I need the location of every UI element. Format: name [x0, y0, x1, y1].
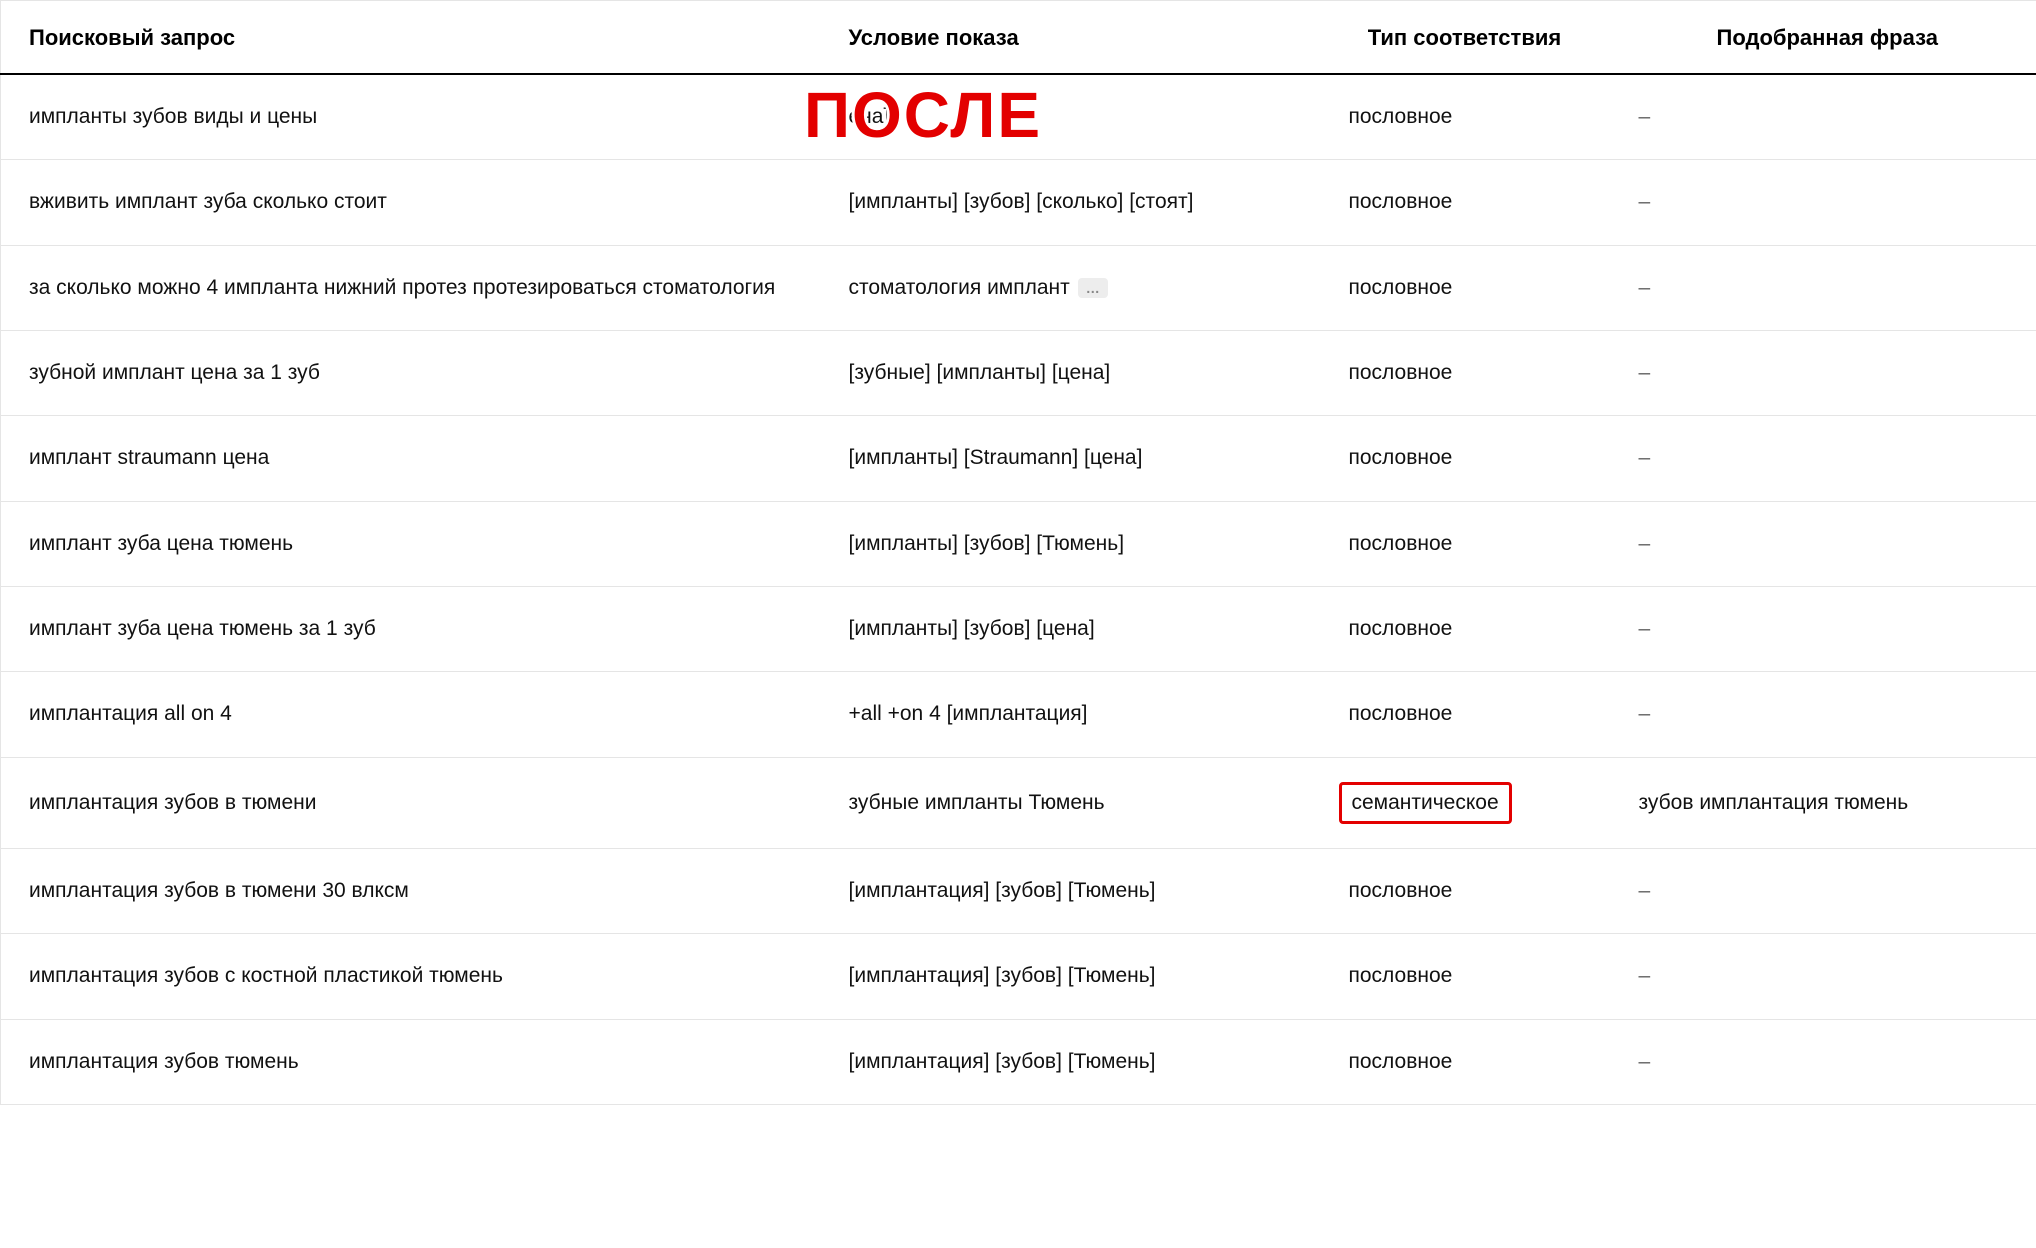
cell-match-type: пословное: [1311, 416, 1611, 501]
cell-matched-phrase: –: [1611, 160, 2036, 245]
cell-matched-phrase: –: [1611, 74, 2036, 160]
col-header-match[interactable]: Тип соответствия: [1311, 1, 1611, 75]
match-type-value: семантическое: [1339, 782, 1512, 824]
search-queries-panel: Поисковый запрос Условие показа Тип соот…: [0, 0, 2036, 1105]
cell-query: вживить имплант зуба сколько стоит: [1, 160, 821, 245]
match-type-value: пословное: [1339, 873, 1463, 909]
cell-query: за сколько можно 4 импланта нижний проте…: [1, 245, 821, 330]
match-type-value: пословное: [1339, 184, 1463, 220]
cell-matched-phrase: –: [1611, 416, 2036, 501]
cell-matched-phrase: –: [1611, 849, 2036, 934]
match-type-value: пословное: [1339, 611, 1463, 647]
match-type-value: пословное: [1339, 696, 1463, 732]
condition-text: [имплантация] [зубов] [Тюмень]: [849, 1050, 1156, 1073]
cell-match-type: пословное: [1311, 934, 1611, 1019]
cell-match-type: пословное: [1311, 245, 1611, 330]
condition-text: [импланты] [зубов] [цена]: [849, 617, 1095, 640]
condition-text: +all +on 4 [имплантация]: [849, 702, 1088, 725]
col-header-condition[interactable]: Условие показа: [821, 1, 1311, 75]
table-row[interactable]: зубной имплант цена за 1 зуб [зубные] [им…: [1, 331, 2036, 416]
table-header-row: Поисковый запрос Условие показа Тип соот…: [1, 1, 2036, 75]
table-row[interactable]: вживить имплант зуба сколько стоит [импла…: [1, 160, 2036, 245]
cell-matched-phrase: –: [1611, 331, 2036, 416]
cell-query: зубной имплант цена за 1 зуб: [1, 331, 821, 416]
match-type-value: пословное: [1339, 1044, 1463, 1080]
cell-matched-phrase: –: [1611, 1019, 2036, 1104]
match-type-value: пословное: [1339, 958, 1463, 994]
table-row[interactable]: имплантация зубов тюмень [имплантация] [з…: [1, 1019, 2036, 1104]
cell-condition: [зубные] [импланты] [цена]: [821, 331, 1311, 416]
cell-condition: зубные импланты Тюмень: [821, 757, 1311, 848]
cell-condition: [имплантация] [зубов] [Тюмень]: [821, 1019, 1311, 1104]
cell-query: имплантация зубов в тюмени: [1, 757, 821, 848]
cell-query: имплантация all on 4: [1, 672, 821, 757]
match-type-value: пословное: [1339, 270, 1463, 306]
condition-text: [имплантация] [зубов] [Тюмень]: [849, 964, 1156, 987]
cell-query: имплант зуба цена тюмень: [1, 501, 821, 586]
cell-query: имплант straumann цена: [1, 416, 821, 501]
table-row[interactable]: имплантация зубов в тюмени зубные имплант…: [1, 757, 2036, 848]
condition-text: [импланты] [зубов] [Тюмень]: [849, 532, 1125, 555]
cell-query: имплантация зубов тюмень: [1, 1019, 821, 1104]
match-type-value: пословное: [1339, 440, 1463, 476]
table-row[interactable]: имплантация all on 4 +all +on 4 [импланта…: [1, 672, 2036, 757]
table-row[interactable]: имплант зуба цена тюмень за 1 зуб [имплан…: [1, 587, 2036, 672]
cell-matched-phrase: –: [1611, 934, 2036, 1019]
cell-matched-phrase: –: [1611, 245, 2036, 330]
match-type-value: пословное: [1339, 526, 1463, 562]
cell-matched-phrase: зубов имплантация тюмень: [1611, 757, 2036, 848]
cell-condition: ена]: [821, 74, 1311, 160]
condition-text: стоматология имплант: [849, 276, 1070, 299]
cell-query: импланты зубов виды и цены: [1, 74, 821, 160]
cell-match-type: пословное: [1311, 587, 1611, 672]
condition-text: [имплантация] [зубов] [Тюмень]: [849, 879, 1156, 902]
table-row[interactable]: за сколько можно 4 импланта нижний проте…: [1, 245, 2036, 330]
match-type-value: пословное: [1339, 355, 1463, 391]
cell-match-type: пословное: [1311, 331, 1611, 416]
cell-condition: [импланты] [зубов] [сколько] [стоят]: [821, 160, 1311, 245]
cell-match-type: пословное: [1311, 1019, 1611, 1104]
table-body: импланты зубов виды и цены ена] пословное –…: [1, 74, 2036, 1105]
cell-match-type: пословное: [1311, 672, 1611, 757]
cell-condition: [имплантация] [зубов] [Тюмень]: [821, 934, 1311, 1019]
table-row[interactable]: имплант зуба цена тюмень [импланты] [зубо…: [1, 501, 2036, 586]
cell-query: имплантация зубов в тюмени 30 влксм: [1, 849, 821, 934]
cell-matched-phrase: –: [1611, 672, 2036, 757]
table-row[interactable]: имплантация зубов в тюмени 30 влксм [импл…: [1, 849, 2036, 934]
cell-match-type: пословное: [1311, 849, 1611, 934]
condition-text: зубные импланты Тюмень: [849, 791, 1105, 814]
condition-text: [импланты] [зубов] [сколько] [стоят]: [849, 190, 1194, 213]
cell-query: имплант зуба цена тюмень за 1 зуб: [1, 587, 821, 672]
table-row[interactable]: имплант straumann цена [импланты] [Straum…: [1, 416, 2036, 501]
cell-condition: [импланты] [зубов] [цена]: [821, 587, 1311, 672]
search-queries-table: Поисковый запрос Условие показа Тип соот…: [0, 0, 2036, 1105]
ellipsis-icon[interactable]: [1078, 278, 1108, 298]
cell-condition: [импланты] [Straumann] [цена]: [821, 416, 1311, 501]
cell-condition: [имплантация] [зубов] [Тюмень]: [821, 849, 1311, 934]
cell-match-type: семантическое: [1311, 757, 1611, 848]
cell-match-type: пословное: [1311, 501, 1611, 586]
match-type-value: пословное: [1339, 99, 1463, 135]
cell-condition: стоматология имплант: [821, 245, 1311, 330]
condition-text: [импланты] [Straumann] [цена]: [849, 446, 1143, 469]
cell-query: имплантация зубов с костной пластикой тю…: [1, 934, 821, 1019]
cell-condition: +all +on 4 [имплантация]: [821, 672, 1311, 757]
col-header-phrase[interactable]: Подобранная фраза: [1611, 1, 2036, 75]
table-row[interactable]: имплантация зубов с костной пластикой тю…: [1, 934, 2036, 1019]
col-header-query[interactable]: Поисковый запрос: [1, 1, 821, 75]
cell-matched-phrase: –: [1611, 501, 2036, 586]
cell-match-type: пословное: [1311, 74, 1611, 160]
cell-match-type: пословное: [1311, 160, 1611, 245]
condition-text: ена]: [849, 105, 890, 128]
cell-matched-phrase: –: [1611, 587, 2036, 672]
cell-condition: [импланты] [зубов] [Тюмень]: [821, 501, 1311, 586]
table-row[interactable]: импланты зубов виды и цены ена] пословное –: [1, 74, 2036, 160]
condition-text: [зубные] [импланты] [цена]: [849, 361, 1111, 384]
